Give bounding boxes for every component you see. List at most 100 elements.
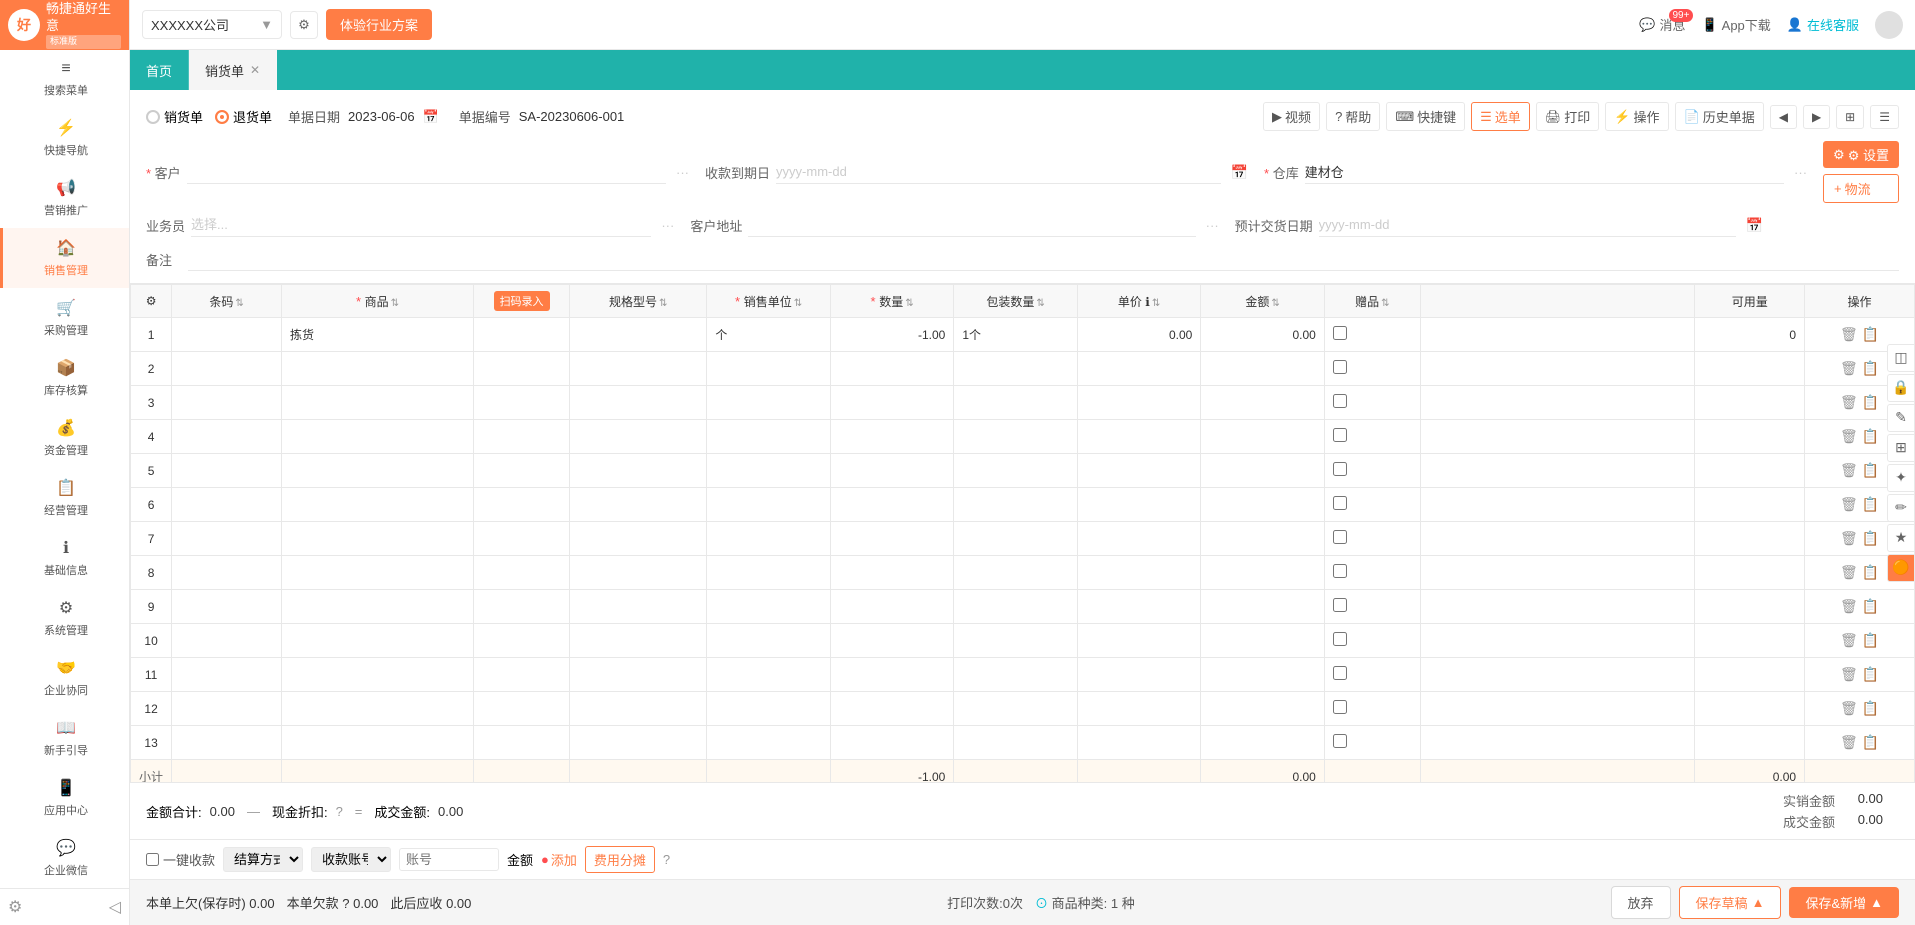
row-unit[interactable]: [707, 420, 831, 454]
row-amount[interactable]: [1201, 488, 1325, 522]
customer-address-input[interactable]: [748, 213, 1195, 237]
row-product[interactable]: [281, 352, 473, 386]
sidebar-collapse-icon[interactable]: ◁: [109, 897, 121, 917]
row-qty[interactable]: [830, 556, 954, 590]
float-lock-btn[interactable]: 🔒: [1887, 374, 1915, 402]
history-btn[interactable]: 📄 历史单据: [1675, 102, 1764, 131]
sidebar-item-guide[interactable]: 📖 新手引导: [0, 708, 129, 768]
sidebar-settings-icon[interactable]: ⚙: [8, 897, 22, 917]
row-gift[interactable]: [1324, 556, 1420, 590]
notes-input[interactable]: [188, 247, 1899, 271]
row-product[interactable]: [281, 556, 473, 590]
row-product[interactable]: [281, 658, 473, 692]
gift-checkbox[interactable]: [1333, 394, 1347, 408]
row-amount[interactable]: [1201, 352, 1325, 386]
th-scan[interactable]: 扫码录入: [474, 285, 570, 318]
row-price[interactable]: [1077, 624, 1201, 658]
gift-checkbox[interactable]: [1333, 564, 1347, 578]
row-product[interactable]: [281, 624, 473, 658]
expected-date-calendar-icon[interactable]: 📅: [1746, 217, 1763, 234]
row-gift[interactable]: [1324, 318, 1420, 352]
row-gift[interactable]: [1324, 522, 1420, 556]
flow-button[interactable]: + 物流: [1823, 174, 1899, 203]
row-amount[interactable]: 0.00: [1201, 318, 1325, 352]
delete-row-icon[interactable]: 🗑: [1840, 394, 1858, 411]
message-button[interactable]: 💬 消息 99+: [1639, 15, 1685, 34]
delete-row-icon[interactable]: 🗑: [1840, 564, 1858, 581]
sidebar-item-marketing[interactable]: 📢 营销推广: [0, 168, 129, 228]
row-qty[interactable]: [830, 726, 954, 760]
delete-row-icon[interactable]: 🗑: [1840, 496, 1858, 513]
row-unit[interactable]: [707, 454, 831, 488]
float-star-btn[interactable]: ✦: [1887, 464, 1915, 492]
row-pkg-qty[interactable]: 1个: [954, 318, 1078, 352]
setup-button[interactable]: ⚙ ⚙ 设置: [1823, 141, 1899, 168]
row-spec[interactable]: [570, 556, 707, 590]
gift-checkbox[interactable]: [1333, 632, 1347, 646]
delete-row-icon[interactable]: 🗑: [1840, 530, 1858, 547]
row-product[interactable]: [281, 386, 473, 420]
row-spec[interactable]: [570, 590, 707, 624]
row-barcode[interactable]: [172, 726, 282, 760]
row-barcode[interactable]: [172, 454, 282, 488]
sidebar-item-operation[interactable]: 📋 经营管理: [0, 468, 129, 528]
gift-checkbox[interactable]: [1333, 360, 1347, 374]
delete-row-icon[interactable]: 🗑: [1840, 462, 1858, 479]
row-barcode[interactable]: [172, 590, 282, 624]
copy-row-icon[interactable]: 📋: [1862, 632, 1879, 649]
row-product[interactable]: [281, 590, 473, 624]
user-avatar[interactable]: [1875, 11, 1903, 39]
bank-account-select[interactable]: 收款账号: [311, 847, 391, 872]
delete-row-icon[interactable]: 🗑: [1840, 632, 1858, 649]
sidebar-item-finance[interactable]: 💰 资金管理: [0, 408, 129, 468]
row-pkg-qty[interactable]: [954, 386, 1078, 420]
row-product[interactable]: [281, 454, 473, 488]
gift-checkbox[interactable]: [1333, 700, 1347, 714]
copy-row-icon[interactable]: 📋: [1862, 564, 1879, 581]
row-amount[interactable]: [1201, 726, 1325, 760]
sidebar-item-system[interactable]: ⚙ 系统管理: [0, 588, 129, 648]
salesperson-input[interactable]: [191, 213, 651, 237]
settlement-method-select[interactable]: 结算方式: [223, 847, 303, 872]
row-amount[interactable]: [1201, 590, 1325, 624]
gift-checkbox[interactable]: [1333, 530, 1347, 544]
row-barcode[interactable]: [172, 420, 282, 454]
row-amount[interactable]: [1201, 522, 1325, 556]
row-price[interactable]: [1077, 420, 1201, 454]
row-barcode[interactable]: [172, 624, 282, 658]
copy-row-icon[interactable]: 📋: [1862, 360, 1879, 377]
warehouse-more-icon[interactable]: ···: [1794, 165, 1807, 180]
salesperson-more-icon[interactable]: ···: [661, 218, 674, 233]
float-copy-btn[interactable]: ✎: [1887, 404, 1915, 432]
row-barcode[interactable]: [172, 556, 282, 590]
delete-row-icon[interactable]: 🗑: [1840, 734, 1858, 751]
row-qty[interactable]: [830, 692, 954, 726]
row-unit[interactable]: [707, 488, 831, 522]
one-click-pay-input[interactable]: [146, 853, 159, 866]
row-price[interactable]: [1077, 726, 1201, 760]
row-gift[interactable]: [1324, 386, 1420, 420]
abandon-button[interactable]: 放弃: [1611, 886, 1671, 919]
tab-home[interactable]: 首页: [130, 50, 189, 90]
row-barcode[interactable]: [172, 488, 282, 522]
next-record-btn[interactable]: ▶: [1803, 105, 1830, 129]
row-pkg-qty[interactable]: [954, 488, 1078, 522]
gift-checkbox[interactable]: [1333, 428, 1347, 442]
row-product[interactable]: [281, 488, 473, 522]
row-pkg-qty[interactable]: [954, 590, 1078, 624]
row-pkg-qty[interactable]: [954, 556, 1078, 590]
row-unit[interactable]: [707, 556, 831, 590]
row-barcode[interactable]: [172, 658, 282, 692]
row-spec[interactable]: [570, 352, 707, 386]
sidebar-item-wechat[interactable]: 💬 企业微信: [0, 828, 129, 888]
row-gift[interactable]: [1324, 488, 1420, 522]
row-gift[interactable]: [1324, 352, 1420, 386]
row-amount[interactable]: [1201, 556, 1325, 590]
row-gift[interactable]: [1324, 454, 1420, 488]
copy-row-icon[interactable]: 📋: [1862, 496, 1879, 513]
add-payment-button[interactable]: ● 添加: [541, 850, 577, 869]
th-settings[interactable]: ⚙: [131, 285, 172, 318]
row-spec[interactable]: [570, 454, 707, 488]
row-pkg-qty[interactable]: [954, 624, 1078, 658]
row-unit[interactable]: 个: [707, 318, 831, 352]
